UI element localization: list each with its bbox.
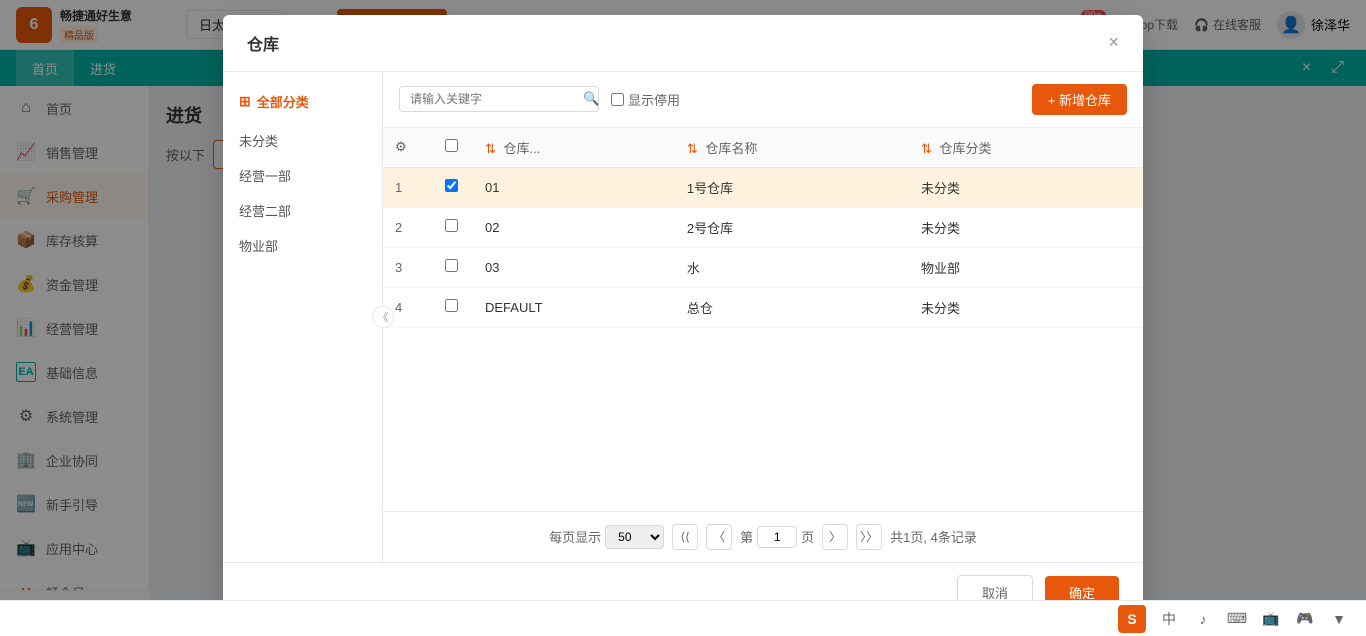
row-category: 未分类 [909,207,1143,247]
category-item-uncategorized[interactable]: 未分类 [223,123,382,158]
modal-header: 仓库 × [223,15,1143,72]
modal-title: 仓库 [247,31,279,55]
total-info: 共1页, 4条记录 [890,527,977,546]
row-code: 03 [473,247,675,287]
search-icon-button[interactable]: 🔍 [575,87,599,111]
modal-overlay[interactable]: 仓库 × ⊞ 全部分类 未分类 经营一部 经营二部 物业部 《 [0,0,1366,636]
col-settings: ⚙ [383,128,433,168]
next-page-button[interactable]: 〉 [822,524,848,550]
row-num: 1 [383,167,433,207]
page-number-input[interactable] [757,526,797,548]
first-page-button[interactable]: ⟨⟨ [672,524,698,550]
table-body: 1 01 1号仓库 未分类 2 02 2号仓库 未分类 3 03 水 物业部 4… [383,167,1143,327]
category-item-ops1[interactable]: 经营一部 [223,158,382,193]
row-checkbox-cell[interactable] [433,207,473,247]
col-name: ⇅ 仓库名称 [675,128,909,168]
sort-code-icon: ⇅ [485,141,496,156]
row-code: 02 [473,207,675,247]
category-panel: ⊞ 全部分类 未分类 经营一部 经营二部 物业部 《 [223,72,383,562]
table-row[interactable]: 2 02 2号仓库 未分类 [383,207,1143,247]
pagination-bar: 每页显示 50 20 100 ⟨⟨ 〈 第 页 〉 [383,511,1143,562]
row-name: 水 [675,247,909,287]
row-code: DEFAULT [473,287,675,327]
warehouse-table: ⚙ ⇅ 仓库... ⇅ [383,128,1143,328]
table-row[interactable]: 3 03 水 物业部 [383,247,1143,287]
add-warehouse-button[interactable]: + 新增仓库 [1032,84,1127,115]
search-input[interactable] [400,87,575,111]
row-checkbox-cell[interactable] [433,287,473,327]
row-checkbox[interactable] [445,179,458,192]
row-category: 物业部 [909,247,1143,287]
last-page-button[interactable]: 〉〉 [856,524,882,550]
all-categories-header[interactable]: ⊞ 全部分类 [223,84,382,123]
row-name: 2号仓库 [675,207,909,247]
select-all-checkbox[interactable] [445,139,458,152]
page-input-wrap: 第 页 [740,526,814,548]
row-checkbox[interactable] [445,219,458,232]
sort-category-icon: ⇅ [921,141,932,156]
table-toolbar: 🔍 显示停用 + 新增仓库 [383,72,1143,128]
sort-name-icon: ⇅ [687,141,698,156]
page-size-select[interactable]: 50 20 100 [605,525,664,549]
table-wrap: ⚙ ⇅ 仓库... ⇅ [383,128,1143,511]
col-checkbox [433,128,473,168]
search-input-wrap: 🔍 [399,86,599,112]
bottom-icon-arrow[interactable]: ▼ [1328,608,1350,630]
bottom-logo: S [1118,605,1146,633]
modal-body: ⊞ 全部分类 未分类 经营一部 经营二部 物业部 《 🔍 [223,72,1143,562]
grid-icon: ⊞ [239,93,251,110]
collapse-panel-button[interactable]: 《 [372,306,394,328]
bottom-icon-keyboard[interactable]: ⌨ [1226,608,1248,630]
col-category: ⇅ 仓库分类 [909,128,1143,168]
modal-close-button[interactable]: × [1108,32,1119,53]
col-code: ⇅ 仓库... [473,128,675,168]
show-disabled-label[interactable]: 显示停用 [611,90,680,109]
row-checkbox-cell[interactable] [433,247,473,287]
bottom-icon-text[interactable]: 中 [1158,608,1180,630]
prev-page-button[interactable]: 〈 [706,524,732,550]
table-row[interactable]: 4 DEFAULT 总仓 未分类 [383,287,1143,327]
row-checkbox[interactable] [445,259,458,272]
row-checkbox[interactable] [445,299,458,312]
category-item-ops2[interactable]: 经营二部 [223,193,382,228]
row-name: 总仓 [675,287,909,327]
bottom-icon-audio[interactable]: ♪ [1192,608,1214,630]
bottom-icon-display[interactable]: 📺 [1260,608,1282,630]
bottom-icons: 中 ♪ ⌨ 📺 🎮 ▼ [1158,608,1350,630]
bottom-icon-game[interactable]: 🎮 [1294,608,1316,630]
table-header-row: ⚙ ⇅ 仓库... ⇅ [383,128,1143,168]
warehouse-modal: 仓库 × ⊞ 全部分类 未分类 经营一部 经营二部 物业部 《 [223,15,1143,622]
table-panel: 🔍 显示停用 + 新增仓库 ⚙ [383,72,1143,562]
row-checkbox-cell[interactable] [433,167,473,207]
table-row[interactable]: 1 01 1号仓库 未分类 [383,167,1143,207]
row-num: 3 [383,247,433,287]
row-num: 2 [383,207,433,247]
row-category: 未分类 [909,287,1143,327]
show-disabled-checkbox[interactable] [611,93,624,106]
row-code: 01 [473,167,675,207]
page-size-wrap: 每页显示 50 20 100 [549,525,664,549]
bottom-bar: S 中 ♪ ⌨ 📺 🎮 ▼ [0,600,1366,636]
row-name: 1号仓库 [675,167,909,207]
row-category: 未分类 [909,167,1143,207]
category-item-property[interactable]: 物业部 [223,228,382,263]
